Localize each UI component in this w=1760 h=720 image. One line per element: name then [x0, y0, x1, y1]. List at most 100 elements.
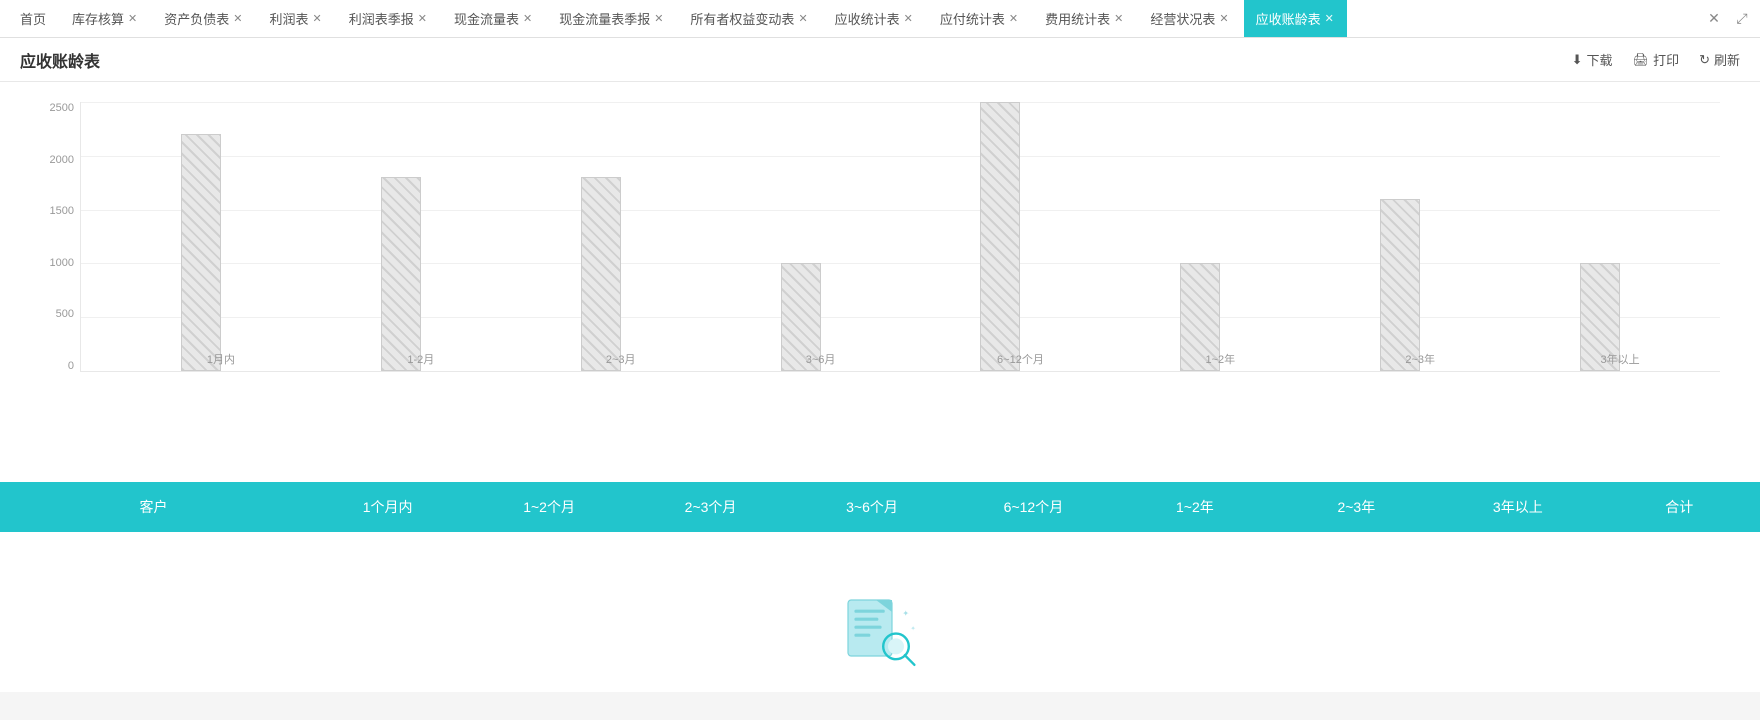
- tab-business[interactable]: 经营状况表 ✕: [1138, 0, 1241, 38]
- tab-expense-stat-close[interactable]: ✕: [1114, 12, 1123, 25]
- empty-area: ✦ ✦: [0, 532, 1760, 692]
- tab-balance-label: 资产负债表: [164, 9, 229, 28]
- bar-item-12y: [1100, 102, 1300, 371]
- window-controls: ✕ ⤢: [1704, 9, 1752, 29]
- tab-cashflow-quarterly[interactable]: 现金流量表季报 ✕: [547, 0, 676, 38]
- bar-item-3yplus: [1500, 102, 1700, 371]
- tab-inventory[interactable]: 库存核算 ✕: [60, 0, 150, 38]
- maximize-button[interactable]: ⤢: [1732, 9, 1752, 29]
- page-title: 应收账龄表: [20, 48, 100, 72]
- th-m36: 3~6个月: [791, 497, 952, 517]
- th-total: 合计: [1599, 497, 1760, 517]
- x-label-1m: 1月内: [121, 347, 321, 371]
- x-label-12y: 1~2年: [1120, 347, 1320, 371]
- y-axis: 2500 2000 1500 1000 500 0: [40, 102, 80, 372]
- tab-profit[interactable]: 利润表 ✕: [257, 0, 334, 38]
- bar-item-12m: [301, 102, 501, 371]
- print-icon: 🖨: [1633, 52, 1650, 68]
- tab-receivable-stat[interactable]: 应收统计表 ✕: [823, 0, 926, 38]
- svg-text:✦: ✦: [902, 609, 909, 618]
- tab-receivable-stat-close[interactable]: ✕: [904, 12, 913, 25]
- tab-receivable-stat-label: 应收统计表: [835, 9, 900, 28]
- tab-profit-quarterly-close[interactable]: ✕: [418, 12, 427, 25]
- tab-payable-stat[interactable]: 应付统计表 ✕: [928, 0, 1031, 38]
- tab-business-close[interactable]: ✕: [1219, 12, 1228, 25]
- tab-home[interactable]: 首页: [8, 0, 58, 38]
- refresh-label: 刷新: [1714, 50, 1740, 69]
- tab-cashflow-close[interactable]: ✕: [523, 12, 532, 25]
- refresh-button[interactable]: ↻ 刷新: [1699, 50, 1740, 69]
- bar-612m: [980, 102, 1020, 371]
- download-label: 下载: [1587, 50, 1613, 69]
- print-label: 打印: [1653, 50, 1679, 69]
- tab-equity[interactable]: 所有者权益变动表 ✕: [678, 0, 820, 38]
- bar-item-36m: [701, 102, 901, 371]
- tab-profit-label: 利润表: [269, 9, 308, 28]
- th-y12: 1~2年: [1114, 497, 1275, 517]
- page-header: 应收账龄表 ⬇ 下载 🖨 打印 ↻ 刷新: [0, 38, 1760, 82]
- bar-item-23y: [1300, 102, 1500, 371]
- tab-balance-close[interactable]: ✕: [233, 12, 242, 25]
- tab-home-label: 首页: [20, 9, 46, 28]
- bar-1m: [181, 134, 221, 371]
- bar-item-612m: [901, 102, 1101, 371]
- y-label-500: 500: [56, 308, 74, 320]
- y-label-2500top: 2500: [50, 102, 74, 114]
- th-m612: 6~12个月: [953, 497, 1114, 517]
- th-m23: 2~3个月: [630, 497, 791, 517]
- tab-profit-close[interactable]: ✕: [313, 12, 322, 25]
- x-label-23m: 2~3月: [521, 347, 721, 371]
- tab-cashflow-quarterly-close[interactable]: ✕: [654, 12, 663, 25]
- tab-payable-stat-label: 应付统计表: [940, 9, 1005, 28]
- chart-inner: 1月内 1-2月 2~3月 3~6月 6~12个月 1~2年 2~3年 3年以上: [80, 102, 1720, 372]
- tab-payable-stat-close[interactable]: ✕: [1009, 12, 1018, 25]
- tab-aging-close[interactable]: ✕: [1325, 12, 1334, 25]
- tab-equity-close[interactable]: ✕: [798, 12, 807, 25]
- bar-item-1m: [101, 102, 301, 371]
- print-button[interactable]: 🖨 打印: [1633, 50, 1680, 69]
- x-label-3yplus: 3年以上: [1520, 347, 1720, 371]
- x-label-12m: 1-2月: [321, 347, 521, 371]
- tab-aging[interactable]: 应收账龄表 ✕: [1244, 0, 1347, 38]
- main-content: 2500 2000 1500 1000 500 0: [0, 82, 1760, 692]
- th-customer: 客户: [0, 497, 307, 517]
- tab-balance[interactable]: 资产负债表 ✕: [152, 0, 255, 38]
- refresh-icon: ↻: [1699, 52, 1710, 68]
- x-label-36m: 3~6月: [721, 347, 921, 371]
- y-label-1500: 1500: [50, 205, 74, 217]
- tab-expense-stat-label: 费用统计表: [1045, 9, 1110, 28]
- svg-text:✦: ✦: [910, 625, 915, 632]
- tab-profit-quarterly-label: 利润表季报: [349, 9, 414, 28]
- header-actions: ⬇ 下载 🖨 打印 ↻ 刷新: [1572, 50, 1740, 69]
- download-button[interactable]: ⬇ 下载: [1572, 50, 1613, 69]
- tab-inventory-close[interactable]: ✕: [128, 12, 137, 25]
- chart-area: 2500 2000 1500 1000 500 0: [0, 82, 1760, 482]
- bar-12m: [381, 177, 421, 371]
- y-label-0: 0: [68, 360, 74, 372]
- x-axis: 1月内 1-2月 2~3月 3~6月 6~12个月 1~2年 2~3年 3年以上: [121, 347, 1720, 371]
- table-header: 客户 1个月内 1~2个月 2~3个月 3~6个月 6~12个月 1~2年 2~…: [0, 482, 1760, 532]
- th-y23: 2~3年: [1276, 497, 1437, 517]
- bar-23m: [581, 177, 621, 371]
- tab-cashflow[interactable]: 现金流量表 ✕: [442, 0, 545, 38]
- tab-bar: 首页 库存核算 ✕ 资产负债表 ✕ 利润表 ✕ 利润表季报 ✕ 现金流量表 ✕ …: [0, 0, 1760, 38]
- tab-cashflow-quarterly-label: 现金流量表季报: [559, 9, 650, 28]
- tab-profit-quarterly[interactable]: 利润表季报 ✕: [337, 0, 440, 38]
- y-label-1000: 1000: [50, 257, 74, 269]
- th-m12: 1~2个月: [468, 497, 629, 517]
- bars-group: [81, 102, 1720, 371]
- tab-business-label: 经营状况表: [1150, 9, 1215, 28]
- y-label-2000: 2000: [50, 154, 74, 166]
- x-label-23y: 2~3年: [1320, 347, 1520, 371]
- tab-inventory-label: 库存核算: [72, 9, 124, 28]
- bar-item-23m: [501, 102, 701, 371]
- empty-illustration: ✦ ✦: [830, 592, 930, 672]
- bar-23y: [1380, 199, 1420, 371]
- th-m1: 1个月内: [307, 497, 468, 517]
- x-label-612m: 6~12个月: [921, 347, 1121, 371]
- tab-equity-label: 所有者权益变动表: [690, 9, 794, 28]
- tab-expense-stat[interactable]: 费用统计表 ✕: [1033, 0, 1136, 38]
- download-icon: ⬇: [1572, 52, 1583, 68]
- minimize-button[interactable]: ✕: [1704, 9, 1724, 29]
- th-y3plus: 3年以上: [1437, 497, 1598, 517]
